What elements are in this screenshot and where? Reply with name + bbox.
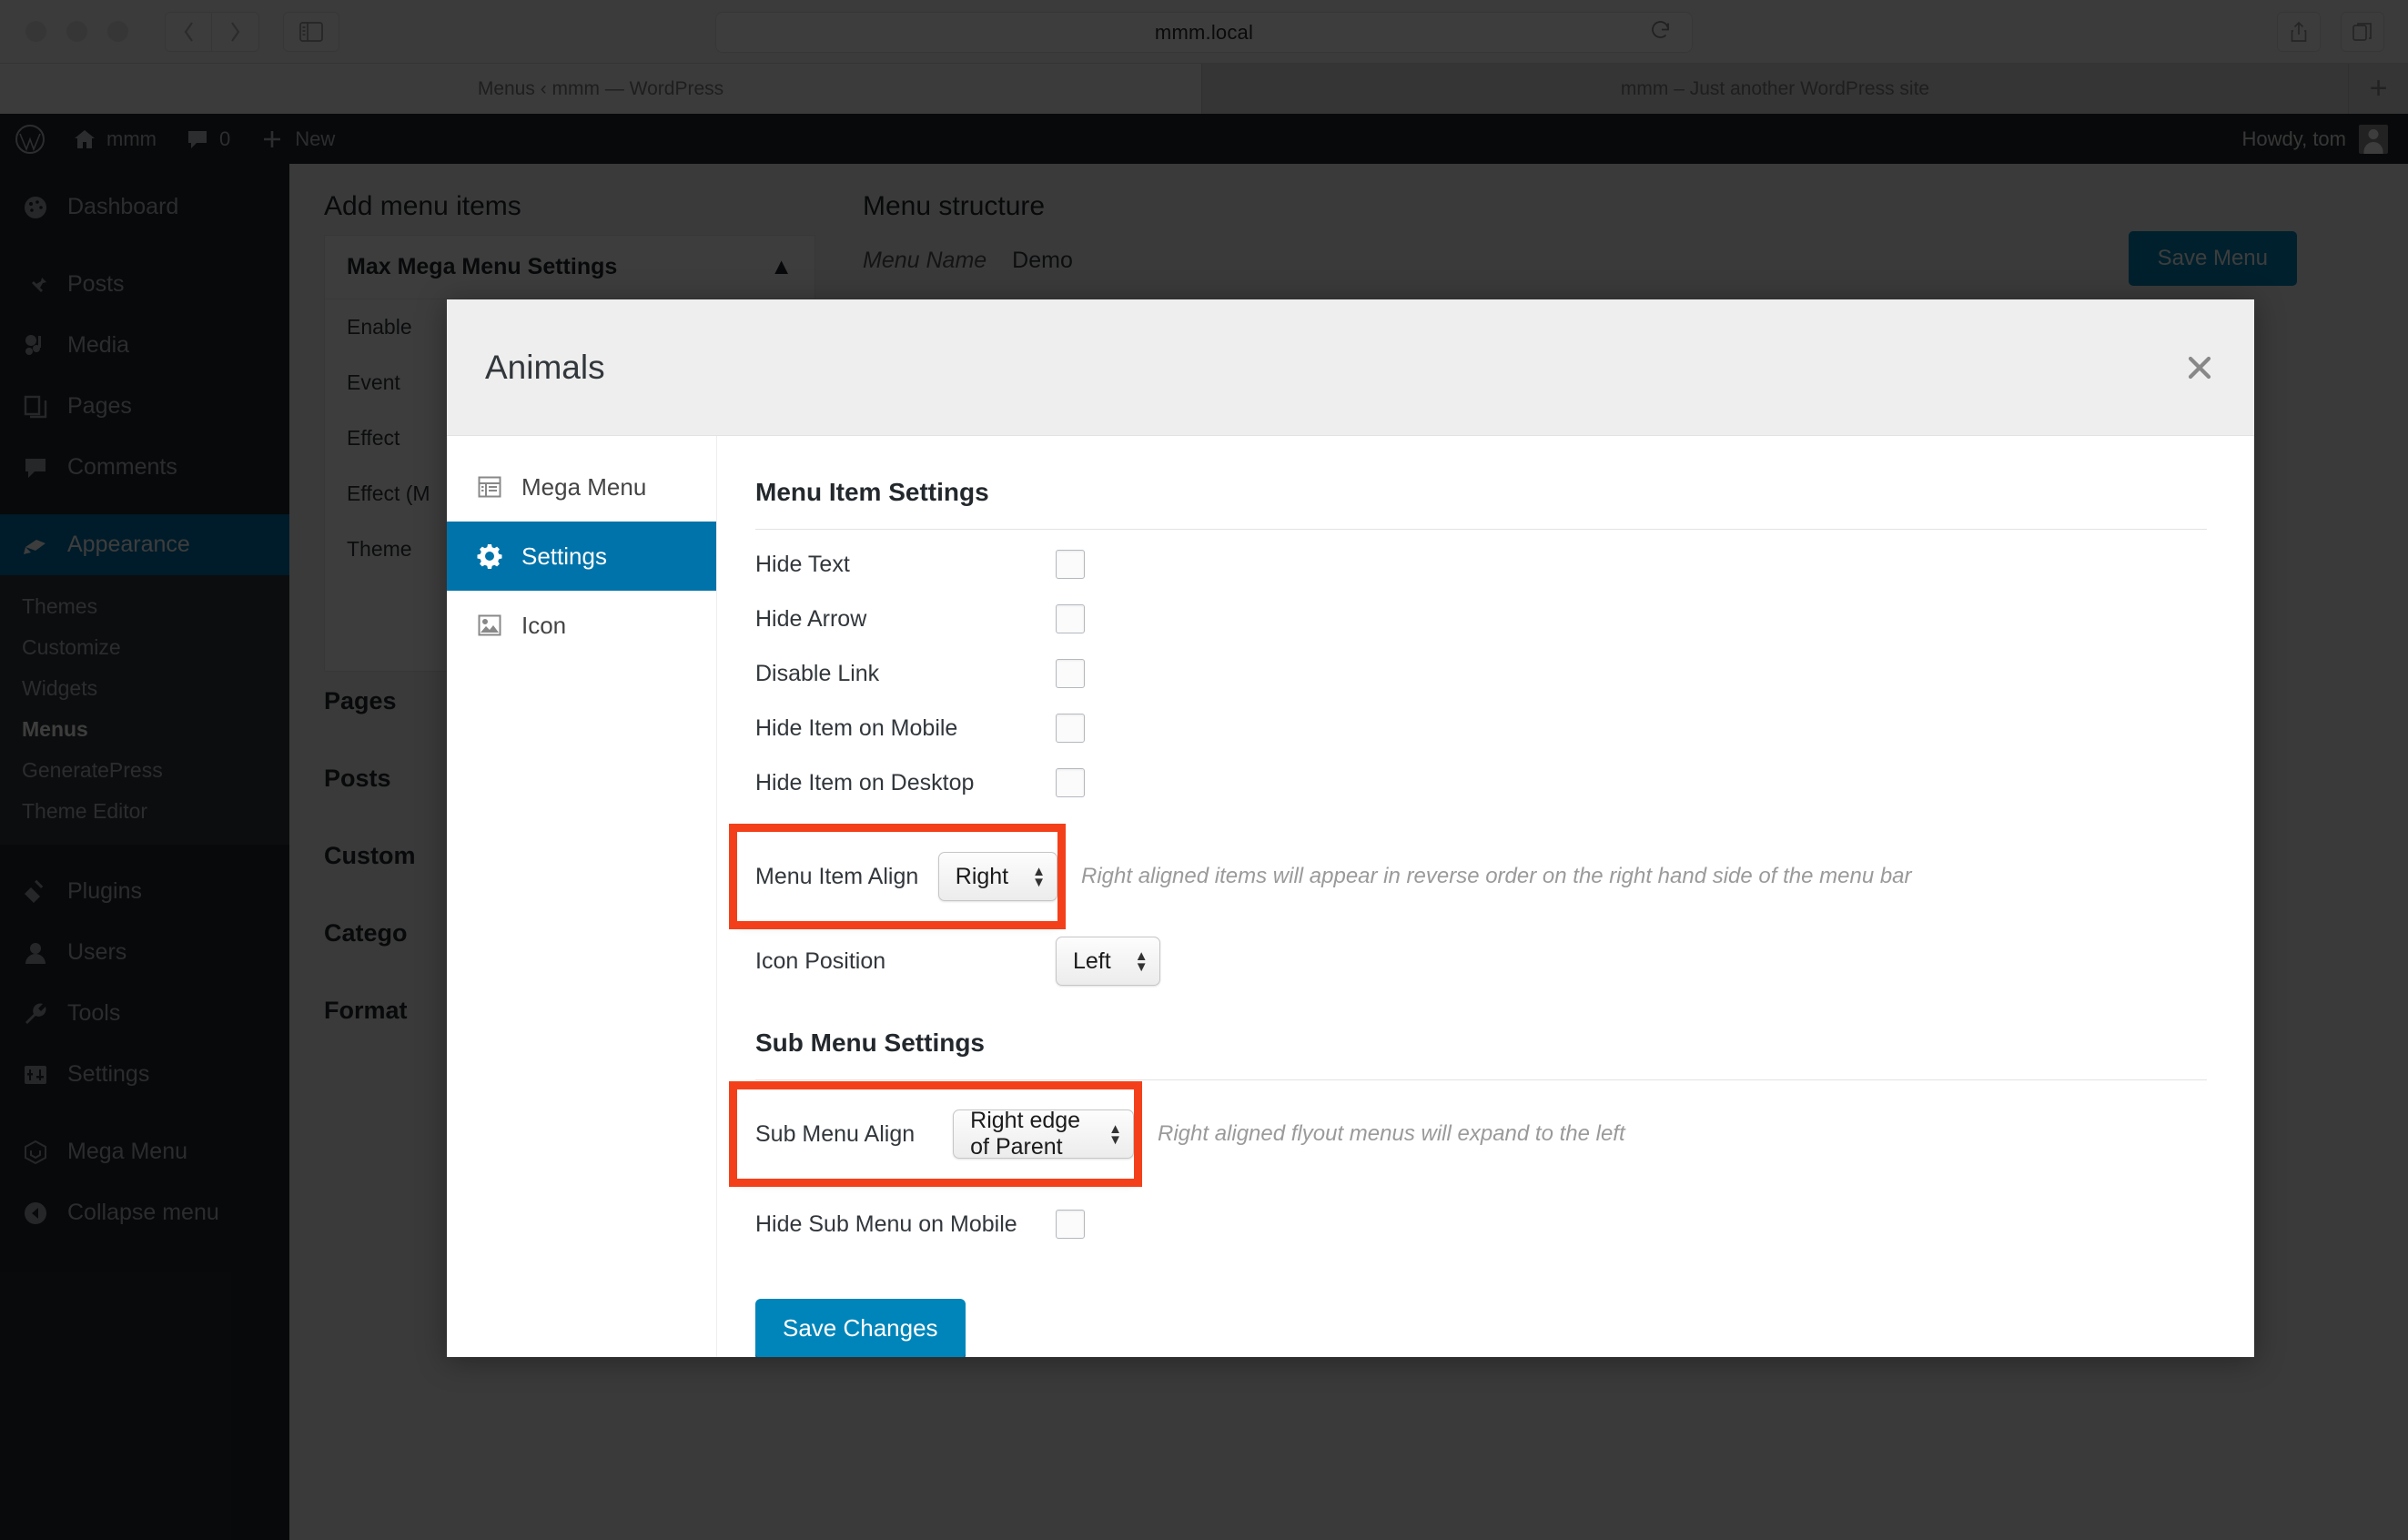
row-hide-text[interactable]: Hide Text (755, 537, 2207, 592)
grid-layout-icon (476, 473, 503, 501)
menu-item-align-value: Right (955, 863, 1009, 889)
row-hide-arrow[interactable]: Hide Arrow (755, 592, 2207, 646)
modal-tab-label: Settings (521, 542, 607, 570)
hide-item-desktop-checkbox[interactable] (1056, 768, 1085, 797)
modal-tab-mega-menu[interactable]: Mega Menu (447, 452, 716, 522)
icon-position-select[interactable]: Left ▲ ▼ (1056, 937, 1160, 986)
modal-body: Mega Menu Settings Icon Menu Item Settin… (447, 436, 2254, 1357)
hide-item-mobile-checkbox[interactable] (1056, 714, 1085, 743)
row-hide-item-mobile[interactable]: Hide Item on Mobile (755, 701, 2207, 755)
section-divider (755, 1079, 2207, 1080)
modal-tab-settings[interactable]: Settings (447, 522, 716, 591)
section-divider (755, 529, 2207, 530)
close-icon[interactable] (2180, 348, 2220, 388)
menu-item-align-select[interactable]: Right ▲ ▼ (937, 852, 1057, 901)
modal-tab-label: Icon (521, 611, 567, 639)
sub-menu-align-select[interactable]: Right edge of Parent ▲ ▼ (953, 1108, 1134, 1160)
disable-link-checkbox[interactable] (1056, 659, 1085, 688)
hide-arrow-checkbox[interactable] (1056, 604, 1085, 633)
row-menu-item-align[interactable]: Menu Item Align Right ▲ ▼ Right aligned i… (729, 824, 1912, 929)
row-label: Hide Arrow (755, 605, 867, 632)
modal-nav[interactable]: Mega Menu Settings Icon (447, 436, 717, 1357)
row-disable-link[interactable]: Disable Link (755, 646, 2207, 701)
row-hide-item-desktop[interactable]: Hide Item on Desktop (755, 755, 2207, 810)
hide-text-checkbox[interactable] (1056, 550, 1085, 579)
select-arrows-icon: ▲ ▼ (1134, 947, 1148, 975)
modal-main-panel: Menu Item Settings Hide Text Hide Arrow … (717, 436, 2254, 1357)
row-label: Sub Menu Align (755, 1120, 916, 1147)
sub-menu-align-value: Right edge of Parent (970, 1108, 1081, 1160)
modal-tab-icon[interactable]: Icon (447, 591, 716, 660)
gear-icon (476, 542, 503, 570)
sub-menu-settings-heading: Sub Menu Settings (755, 1028, 985, 1057)
row-label: Menu Item Align (755, 863, 919, 889)
icon-position-value: Left (1073, 947, 1111, 974)
row-icon-position[interactable]: Icon Position Left ▲ ▼ (755, 934, 2207, 988)
image-icon (476, 612, 503, 639)
row-hide-sub-menu-mobile[interactable]: Hide Sub Menu on Mobile (755, 1197, 2207, 1251)
modal-header: Animals (447, 299, 2254, 436)
row-label: Hide Item on Mobile (755, 714, 958, 741)
modal-tab-label: Mega Menu (521, 472, 647, 501)
menu-item-align-help: Right aligned items will appear in rever… (1081, 864, 1912, 888)
select-arrows-icon: ▲ ▼ (1032, 863, 1046, 890)
select-arrows-icon: ▲ ▼ (1108, 1120, 1122, 1148)
modal-title: Animals (485, 348, 605, 386)
menu-item-settings-heading: Menu Item Settings (755, 478, 989, 506)
row-label: Disable Link (755, 660, 880, 686)
save-changes-button[interactable]: Save Changes (755, 1299, 966, 1357)
row-label: Hide Text (755, 551, 850, 577)
row-label: Hide Item on Desktop (755, 769, 975, 795)
hide-sub-menu-mobile-checkbox[interactable] (1056, 1210, 1085, 1239)
row-label: Hide Sub Menu on Mobile (755, 1211, 1017, 1237)
sub-menu-align-help: Right aligned flyout menus will expand t… (1158, 1121, 1625, 1146)
row-sub-menu-align[interactable]: Sub Menu Align Right edge of Parent ▲ ▼ R… (729, 1081, 1625, 1187)
menu-item-settings-modal: Animals Mega Menu Settings Icon Menu Ite… (447, 299, 2254, 1357)
row-label: Icon Position (755, 947, 886, 974)
